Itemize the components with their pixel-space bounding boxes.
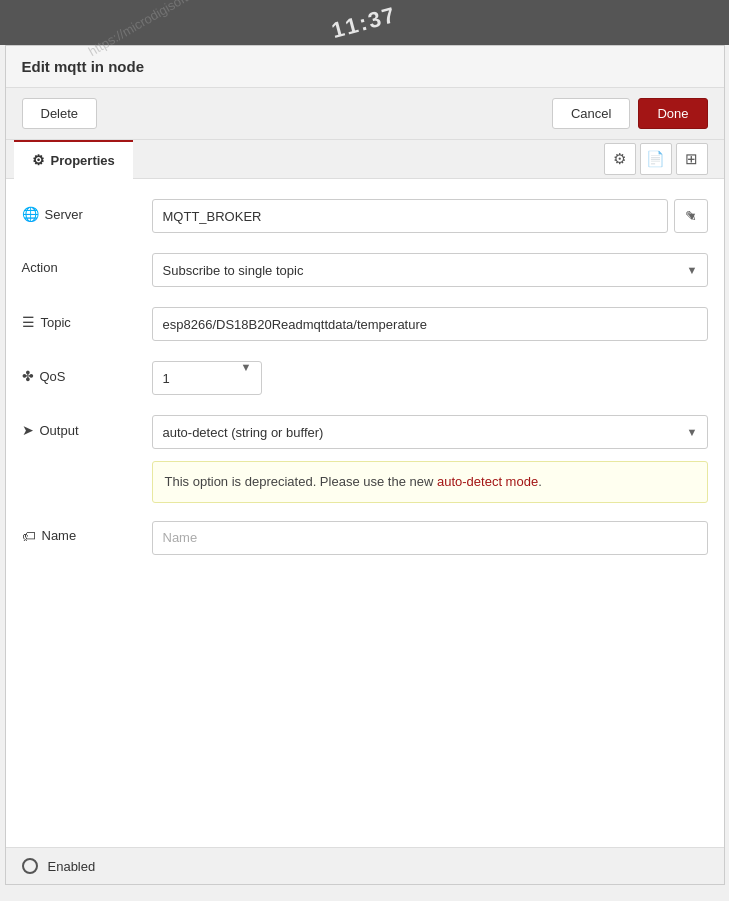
delete-button[interactable]: Delete — [22, 98, 98, 129]
enabled-label: Enabled — [48, 859, 96, 874]
topic-field — [152, 307, 708, 341]
deprecation-warning: This option is depreciated. Please use t… — [152, 461, 708, 503]
server-label-text: Server — [45, 207, 83, 222]
warning-text-after: . — [538, 474, 542, 489]
output-icon: ➤ — [22, 422, 34, 438]
output-row: ➤ Output auto-detect (string or buffer) … — [22, 415, 708, 503]
bottom-bar: Enabled — [6, 847, 724, 884]
globe-icon: 🌐 — [22, 206, 39, 222]
tab-properties-label: Properties — [51, 153, 115, 168]
tab-bar: Properties ⚙ 📄 ⊞ — [6, 140, 724, 179]
gear-icon-btn[interactable]: ⚙ — [604, 143, 636, 175]
cancel-button[interactable]: Cancel — [552, 98, 630, 129]
top-bar: 11:37 — [0, 0, 729, 45]
server-select-wrapper: MQTT_BROKER ▼ ✎ — [152, 199, 708, 233]
grid-icon: ⊞ — [685, 150, 698, 168]
tab-properties[interactable]: Properties — [14, 140, 133, 179]
warning-text-before: This option is depreciated. Please use t… — [165, 474, 437, 489]
qos-row: ✤ QoS 0 1 2 ▼ — [22, 361, 708, 397]
topic-label: ☰ Topic — [22, 307, 152, 330]
output-label: ➤ Output — [22, 415, 152, 438]
form-content: 🌐 Server MQTT_BROKER ▼ ✎ Action — [6, 179, 724, 595]
dialog-title: Edit mqtt in node — [6, 46, 724, 88]
gear-icon: ⚙ — [613, 150, 626, 168]
qos-select[interactable]: 0 1 2 — [152, 361, 262, 395]
button-bar: Delete Cancel Done — [6, 88, 724, 140]
name-input[interactable] — [152, 521, 708, 555]
output-field: auto-detect (string or buffer) a UTF-8 s… — [152, 415, 708, 449]
server-row: 🌐 Server MQTT_BROKER ▼ ✎ — [22, 199, 708, 235]
qos-select-wrapper: 0 1 2 ▼ — [152, 361, 262, 395]
output-select[interactable]: auto-detect (string or buffer) a UTF-8 s… — [152, 415, 708, 449]
topic-input[interactable] — [152, 307, 708, 341]
server-edit-button[interactable]: ✎ — [674, 199, 708, 233]
name-icon: 🏷 — [22, 528, 36, 544]
action-field: Subscribe to single topic Subscribe to m… — [152, 253, 708, 287]
server-field: MQTT_BROKER ▼ ✎ — [152, 199, 708, 233]
tab-icon-group: ⚙ 📄 ⊞ — [604, 143, 716, 175]
auto-detect-link[interactable]: auto-detect mode — [437, 474, 538, 489]
time-display: 11:37 — [329, 1, 400, 43]
pencil-icon: ✎ — [685, 208, 697, 224]
topic-label-text: Topic — [41, 315, 71, 330]
grid-icon-btn[interactable]: ⊞ — [676, 143, 708, 175]
action-select-wrapper: Subscribe to single topic Subscribe to m… — [152, 253, 708, 287]
name-row: 🏷 Name — [22, 521, 708, 557]
name-label-text: Name — [42, 528, 77, 543]
done-button[interactable]: Done — [638, 98, 707, 129]
book-icon-btn[interactable]: 📄 — [640, 143, 672, 175]
action-label-text: Action — [22, 260, 58, 275]
output-select-wrapper: auto-detect (string or buffer) a UTF-8 s… — [152, 415, 708, 449]
name-label: 🏷 Name — [22, 521, 152, 544]
action-row: Action Subscribe to single topic Subscri… — [22, 253, 708, 289]
qos-label: ✤ QoS — [22, 361, 152, 384]
action-select[interactable]: Subscribe to single topic Subscribe to m… — [152, 253, 708, 287]
gear-tab-icon — [32, 152, 45, 168]
dialog: Edit mqtt in node Delete Cancel Done Pro… — [5, 45, 725, 885]
book-icon: 📄 — [646, 150, 665, 168]
topic-row: ☰ Topic — [22, 307, 708, 343]
name-field — [152, 521, 708, 555]
action-label: Action — [22, 253, 152, 275]
qos-icon: ✤ — [22, 368, 34, 384]
qos-label-text: QoS — [40, 369, 66, 384]
output-label-text: Output — [40, 423, 79, 438]
server-label: 🌐 Server — [22, 199, 152, 222]
server-select[interactable]: MQTT_BROKER — [152, 199, 668, 233]
enabled-circle — [22, 858, 38, 874]
qos-field: 0 1 2 ▼ — [152, 361, 708, 395]
topic-icon: ☰ — [22, 314, 35, 330]
